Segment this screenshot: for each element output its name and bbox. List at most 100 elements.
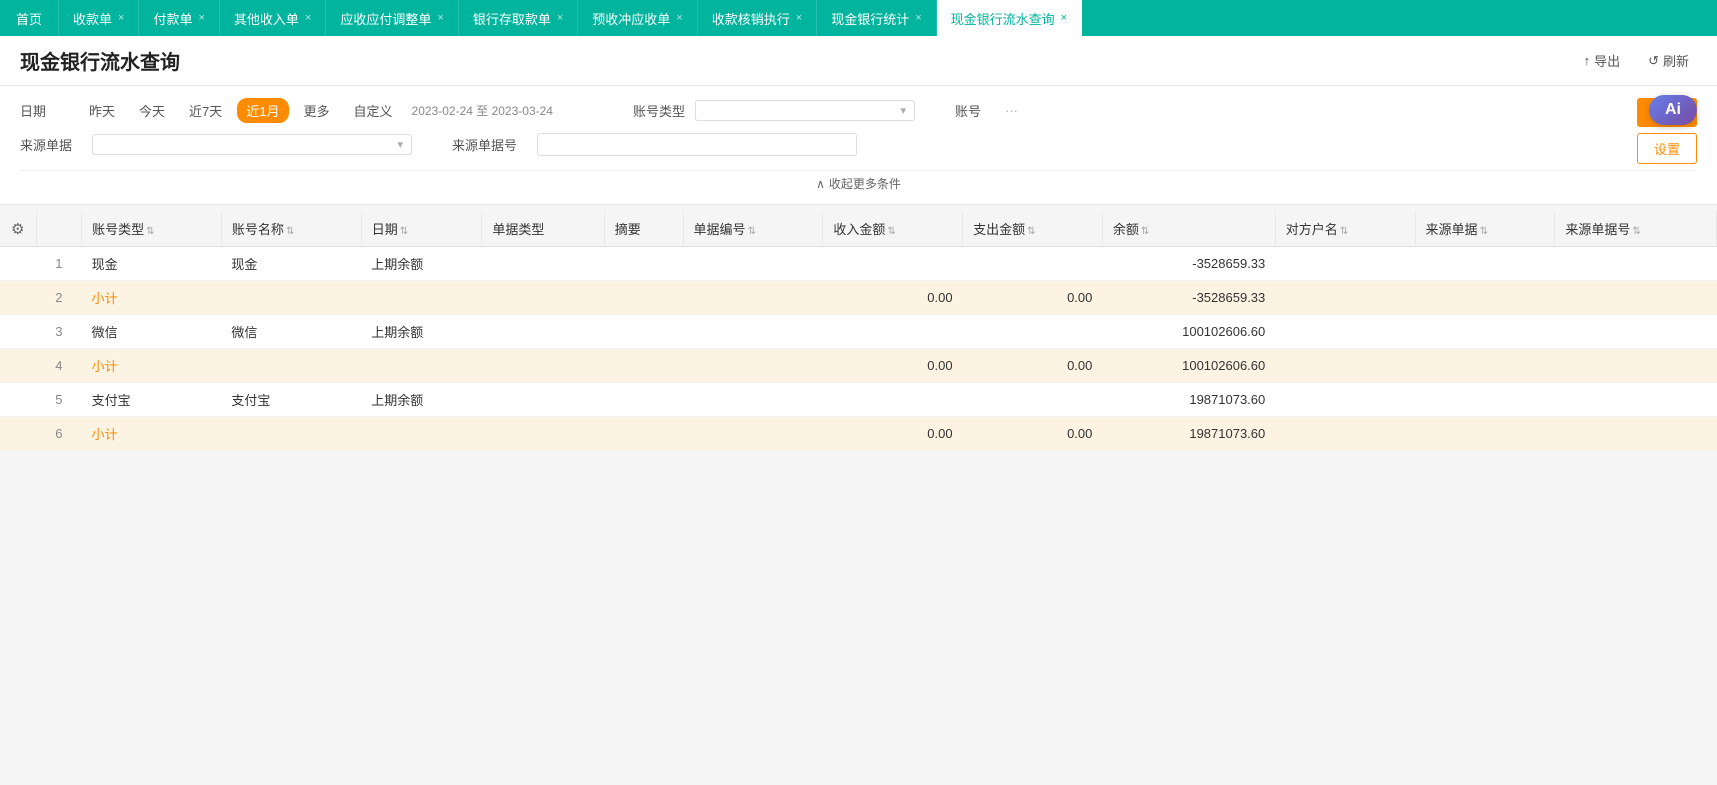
table-cell: 0.00: [823, 417, 963, 451]
sort-doc-no-icon: ⇅: [748, 226, 756, 237]
table-body: 1现金现金上期余额-3528659.332小计0.000.00-3528659.…: [0, 247, 1717, 451]
export-button[interactable]: ↑ 导出: [1576, 47, 1629, 74]
table-cell: 1: [36, 247, 82, 281]
nav-home[interactable]: 首页: [0, 0, 59, 36]
nav-tab-receipts[interactable]: 收款单 ×: [59, 0, 139, 36]
col-account-name[interactable]: 账号名称⇅: [221, 211, 361, 247]
table-cell: 0.00: [963, 281, 1103, 315]
collapse-bar[interactable]: ∧ 收起更多条件: [20, 170, 1697, 196]
settings-button[interactable]: 设置: [1637, 133, 1697, 164]
page-header: 现金银行流水查询 ↑ 导出 ↺ 刷新: [0, 36, 1717, 86]
table-cell: [1555, 349, 1717, 383]
col-source-doc-no[interactable]: 来源单据号⇅: [1555, 211, 1717, 247]
col-income[interactable]: 收入金额⇅: [823, 211, 963, 247]
table-cell: [683, 315, 823, 349]
table-cell: [823, 383, 963, 417]
close-cash-flow-icon[interactable]: ×: [1061, 12, 1067, 24]
close-receipts-icon[interactable]: ×: [118, 12, 124, 24]
table-cell: [963, 315, 1103, 349]
sort-income-icon: ⇅: [887, 226, 895, 237]
account-more-btn[interactable]: ···: [1005, 103, 1018, 118]
table-cell: [1415, 383, 1555, 417]
close-prepayment-icon[interactable]: ×: [676, 12, 682, 24]
col-expense[interactable]: 支出金额⇅: [963, 211, 1103, 247]
table-cell: 100102606.60: [1102, 349, 1275, 383]
data-table: ⚙ 账号类型⇅ 账号名称⇅ 日期⇅ 单据类型 摘要 单据编号⇅ 收入金额⇅ 支出…: [0, 211, 1717, 451]
col-date[interactable]: 日期⇅: [361, 211, 482, 247]
table-row[interactable]: 4小计0.000.00100102606.60: [0, 349, 1717, 383]
refresh-button[interactable]: ↺ 刷新: [1640, 47, 1697, 74]
col-doc-no[interactable]: 单据编号⇅: [683, 211, 823, 247]
table-cell: [683, 247, 823, 281]
nav-tab-cash-stats[interactable]: 现金银行统计 ×: [817, 0, 936, 36]
table-cell: 100102606.60: [1102, 315, 1275, 349]
sort-counterpart-icon: ⇅: [1340, 226, 1348, 237]
table-cell: [482, 417, 604, 451]
nav-tab-prepayment[interactable]: 预收冲应收单 ×: [578, 0, 697, 36]
table-container: ⚙ 账号类型⇅ 账号名称⇅ 日期⇅ 单据类型 摘要 单据编号⇅ 收入金额⇅ 支出…: [0, 211, 1717, 451]
close-reconcile-icon[interactable]: ×: [796, 12, 802, 24]
table-cell: 0.00: [823, 349, 963, 383]
nav-tab-reconcile[interactable]: 收款核销执行 ×: [698, 0, 817, 36]
nav-tab-other-income[interactable]: 其他收入单 ×: [220, 0, 326, 36]
source-doc-no-label: 来源单据号: [452, 135, 517, 154]
table-row[interactable]: 5支付宝支付宝上期余额19871073.60: [0, 383, 1717, 417]
table-cell: [1275, 247, 1415, 281]
export-icon: ↑: [1584, 53, 1591, 68]
col-source-doc[interactable]: 来源单据⇅: [1415, 211, 1555, 247]
date-btn-7days[interactable]: 近7天: [180, 98, 231, 123]
table-cell: [361, 349, 482, 383]
table-cell: [0, 349, 36, 383]
col-account-type[interactable]: 账号类型⇅: [82, 211, 222, 247]
header-actions: ↑ 导出 ↺ 刷新: [1576, 47, 1697, 74]
date-btn-custom[interactable]: 自定义: [345, 98, 402, 123]
refresh-icon: ↺: [1648, 53, 1659, 69]
date-btn-more[interactable]: 更多: [295, 98, 339, 123]
table-cell: [1555, 315, 1717, 349]
top-nav: 首页 收款单 × 付款单 × 其他收入单 × 应收应付调整单 × 银行存取款单 …: [0, 0, 1717, 36]
table-row[interactable]: 3微信微信上期余额100102606.60: [0, 315, 1717, 349]
date-range-display: 2023-02-24 至 2023-03-24: [412, 102, 553, 119]
date-btn-yesterday[interactable]: 昨天: [80, 98, 124, 123]
table-cell: 支付宝: [221, 383, 361, 417]
table-row[interactable]: 2小计0.000.00-3528659.33: [0, 281, 1717, 315]
source-doc-no-input[interactable]: [537, 133, 857, 156]
close-other-income-icon[interactable]: ×: [305, 12, 311, 24]
close-cash-stats-icon[interactable]: ×: [915, 12, 921, 24]
table-row[interactable]: 1现金现金上期余额-3528659.33: [0, 247, 1717, 281]
table-cell: 现金: [221, 247, 361, 281]
filter-row-source: 来源单据 ▾ 来源单据号: [20, 133, 1617, 156]
col-rownum: [36, 211, 82, 247]
table-cell: 支付宝: [82, 383, 222, 417]
nav-tab-adjustment[interactable]: 应收应付调整单 ×: [326, 0, 458, 36]
close-payments-icon[interactable]: ×: [198, 12, 204, 24]
col-gear[interactable]: ⚙: [0, 211, 36, 247]
table-cell: 微信: [221, 315, 361, 349]
close-bank-deposit-icon[interactable]: ×: [557, 12, 563, 24]
filter-row-date: 日期 昨天 今天 近7天 近1月 更多 自定义 2023-02-24 至 202…: [20, 98, 1617, 123]
table-cell: 19871073.60: [1102, 417, 1275, 451]
sort-source-doc-icon: ⇅: [1480, 226, 1488, 237]
table-cell: [1275, 349, 1415, 383]
nav-tab-payments[interactable]: 付款单 ×: [139, 0, 219, 36]
nav-tab-bank-deposit[interactable]: 银行存取款单 ×: [459, 0, 578, 36]
table-row[interactable]: 6小计0.000.0019871073.60: [0, 417, 1717, 451]
table-cell: [604, 383, 683, 417]
ai-assistant-badge[interactable]: Ai: [1649, 95, 1697, 125]
nav-tab-cash-flow[interactable]: 现金银行流水查询 ×: [937, 0, 1082, 36]
table-cell: 19871073.60: [1102, 383, 1275, 417]
col-counterpart[interactable]: 对方户名⇅: [1275, 211, 1415, 247]
date-btn-today[interactable]: 今天: [130, 98, 174, 123]
account-type-select[interactable]: ▾: [695, 100, 915, 121]
table-cell: [604, 349, 683, 383]
source-doc-select[interactable]: ▾: [92, 134, 412, 155]
table-cell: [604, 281, 683, 315]
table-cell: 微信: [82, 315, 222, 349]
table-cell: [361, 417, 482, 451]
table-cell: 3: [36, 315, 82, 349]
date-btn-1month[interactable]: 近1月: [237, 98, 288, 123]
close-adjustment-icon[interactable]: ×: [437, 12, 443, 24]
table-cell: 上期余额: [361, 383, 482, 417]
table-cell: -3528659.33: [1102, 247, 1275, 281]
col-balance[interactable]: 余额⇅: [1102, 211, 1275, 247]
